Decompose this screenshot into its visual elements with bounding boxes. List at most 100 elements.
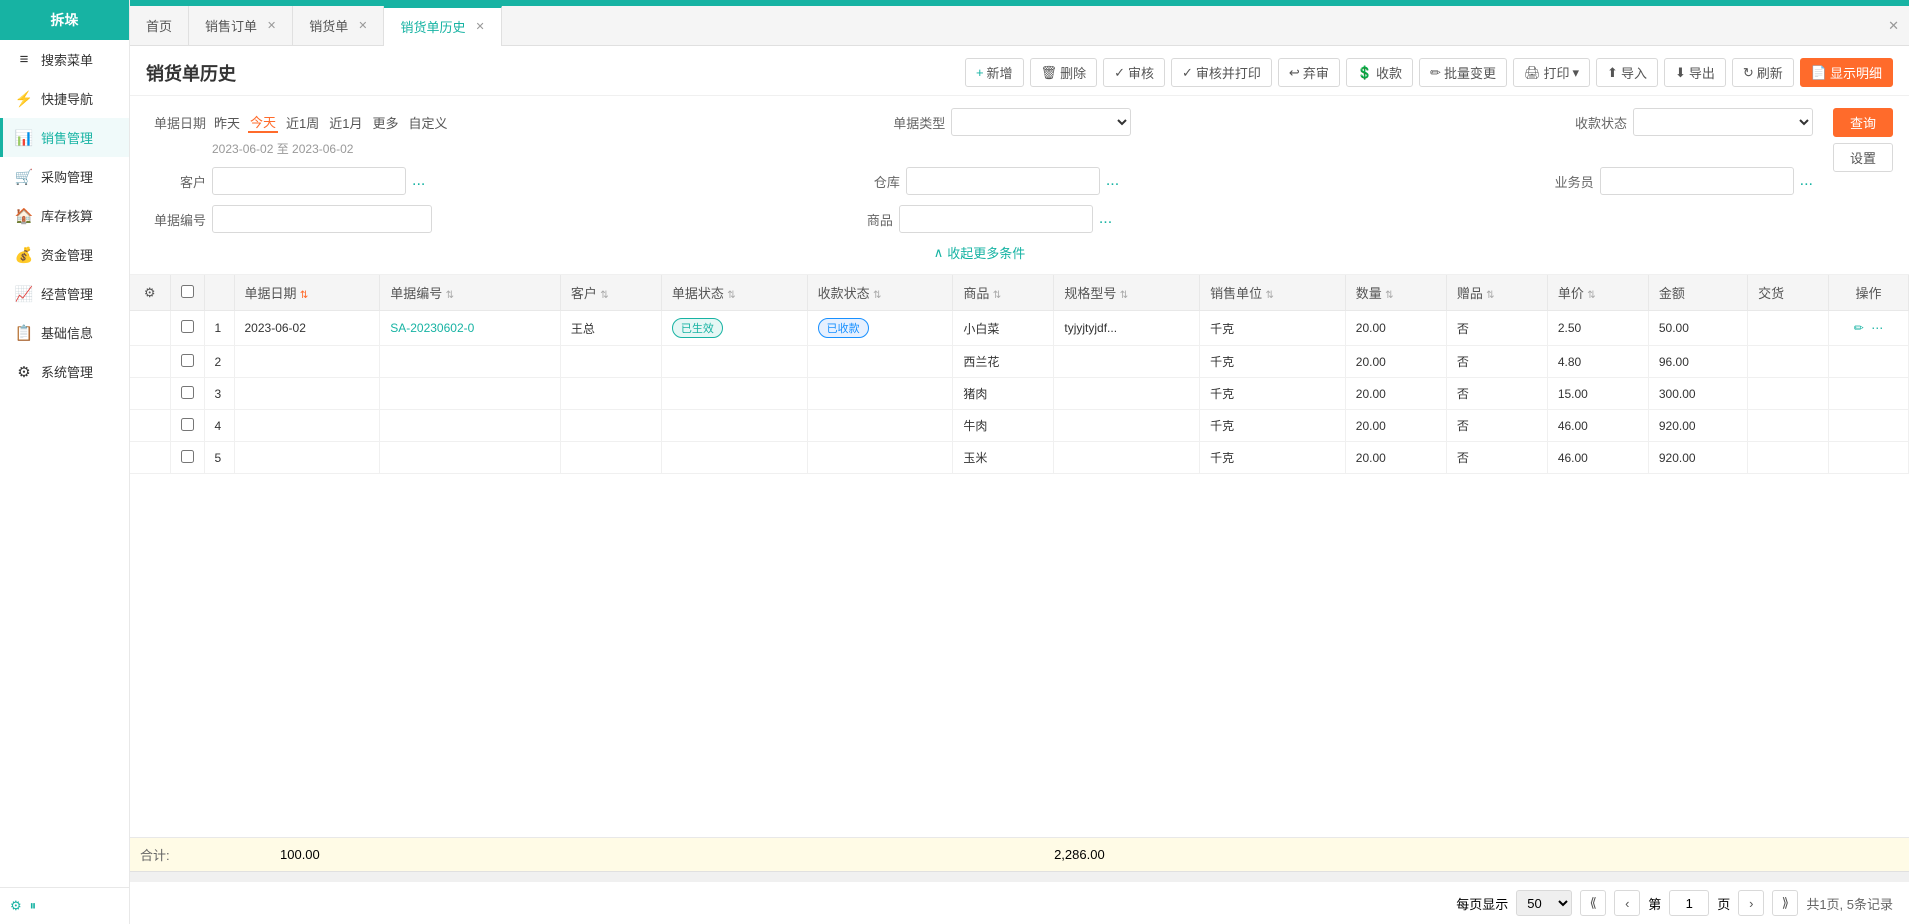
cell-goods: 猪肉 [953, 378, 1054, 410]
select-all-checkbox[interactable] [181, 285, 194, 298]
goods-label: 商品 [833, 210, 893, 229]
customer-input[interactable] [212, 167, 406, 195]
doc-type-select[interactable] [951, 108, 1131, 136]
docno-input[interactable] [212, 205, 432, 233]
sort-gift-icon[interactable]: ⇅ [1486, 290, 1494, 301]
sidebar-item-sales-mgmt[interactable]: 📊 销售管理 [0, 118, 129, 157]
col-qty-label: 数量 [1356, 286, 1382, 301]
sidebar-collapse-icon[interactable]: ⏸ [30, 898, 37, 914]
next-page-button[interactable]: › [1738, 890, 1764, 916]
sidebar-item-search-menu[interactable]: ≡ 搜索菜单 [0, 40, 129, 79]
sort-unit-icon[interactable]: ⇅ [1265, 290, 1273, 301]
prev-page-button[interactable]: ‹ [1614, 890, 1640, 916]
gear-icon[interactable]: ⚙ [144, 285, 156, 300]
shortcut-week[interactable]: 近1周 [284, 113, 321, 132]
query-button[interactable]: 查询 [1833, 108, 1893, 137]
shortcut-more[interactable]: 更多 [371, 113, 401, 132]
doc-no-link[interactable]: SA-20230602-0 [390, 321, 474, 335]
last-page-button[interactable]: ⟫ [1772, 890, 1798, 916]
sort-collect-status-icon[interactable]: ⇅ [873, 290, 881, 301]
sidebar-item-quick-nav[interactable]: ⚡ 快捷导航 [0, 79, 129, 118]
row-checkbox[interactable] [181, 354, 194, 367]
export-button[interactable]: ⬇ 导出 [1664, 58, 1726, 87]
sidebar-settings-icon[interactable]: ⚙ [10, 898, 22, 914]
page-title: 销货单历史 [146, 60, 236, 86]
page-label2: 页 [1717, 894, 1730, 913]
shortcut-today[interactable]: 今天 [248, 112, 278, 133]
tab-sales-history[interactable]: 销货单历史 ✕ [384, 6, 501, 46]
tab-sales-history-close[interactable]: ✕ [476, 20, 485, 33]
goods-dots[interactable]: ... [1099, 210, 1112, 228]
row-checkbox[interactable] [181, 450, 194, 463]
close-all-icon[interactable]: ✕ [1888, 18, 1899, 33]
sidebar-item-purchase-mgmt[interactable]: 🛒 采购管理 [0, 157, 129, 196]
cell-action [1829, 378, 1909, 410]
horizontal-scrollbar[interactable] [130, 871, 1909, 881]
collect-status-select[interactable] [1633, 108, 1813, 136]
tab-sales-goods-close[interactable]: ✕ [358, 19, 367, 32]
sort-spec-icon[interactable]: ⇅ [1120, 290, 1128, 301]
row-checkbox[interactable] [181, 320, 194, 333]
shortcut-yesterday[interactable]: 昨天 [212, 113, 242, 132]
refresh-button[interactable]: ↻ 刷新 [1732, 58, 1794, 87]
salesperson-dots[interactable]: ... [1800, 172, 1813, 190]
filter-settings-button[interactable]: 设置 [1833, 143, 1893, 172]
cell-rowno: 3 [204, 378, 234, 410]
table-row: 4 牛肉 千克 20.00 否 46.00 920.00 [130, 410, 1909, 442]
sidebar-item-label: 采购管理 [41, 167, 93, 186]
sort-unit-price-icon[interactable]: ⇅ [1587, 290, 1595, 301]
cell-unit-price: 2.50 [1547, 311, 1648, 346]
row-checkbox[interactable] [181, 418, 194, 431]
cell-gear [130, 346, 170, 378]
page-size-select[interactable]: 10 20 50 100 [1516, 890, 1572, 916]
audit-print-button[interactable]: ✓ 审核并打印 [1171, 58, 1272, 87]
page-number-input[interactable] [1669, 890, 1709, 916]
delete-button[interactable]: 🗑 删除 [1030, 58, 1098, 87]
shortcut-custom[interactable]: 自定义 [407, 113, 450, 132]
cell-gift: 否 [1446, 410, 1547, 442]
batch-change-button[interactable]: ✏ 批量变更 [1419, 58, 1507, 87]
sort-customer-icon[interactable]: ⇅ [600, 290, 608, 301]
cell-gift: 否 [1446, 311, 1547, 346]
import-button[interactable]: ⬆ 导入 [1596, 58, 1658, 87]
salesperson-input[interactable] [1600, 167, 1794, 195]
show-detail-button[interactable]: 📄 显示明细 [1800, 58, 1893, 87]
sort-qty-icon[interactable]: ⇅ [1385, 290, 1393, 301]
col-gear: ⚙ [130, 275, 170, 311]
col-unit: 销售单位 ⇅ [1200, 275, 1346, 311]
collapse-button[interactable]: ∧ 收起更多条件 [146, 243, 1813, 262]
warehouse-dots[interactable]: ... [1106, 172, 1119, 190]
customer-dots[interactable]: ... [412, 172, 425, 190]
warehouse-input[interactable] [906, 167, 1100, 195]
sidebar-item-system-mgmt[interactable]: ⚙ 系统管理 [0, 352, 129, 391]
col-gift: 赠品 ⇅ [1446, 275, 1547, 311]
collect-button[interactable]: 💲 收款 [1346, 58, 1413, 87]
sort-doc-status-icon[interactable]: ⇅ [727, 290, 735, 301]
print-button[interactable]: 🖨 打印 ▾ [1513, 58, 1590, 87]
tab-sales-order-close[interactable]: ✕ [267, 19, 276, 32]
audit-button[interactable]: ✓ 审核 [1103, 58, 1165, 87]
sort-doc-date-icon[interactable]: ⇅ [300, 290, 308, 301]
cell-goods: 西兰花 [953, 346, 1054, 378]
tab-sales-order[interactable]: 销售订单 ✕ [189, 6, 293, 46]
abandon-button[interactable]: ↩ 弃审 [1278, 58, 1340, 87]
sidebar-item-operation-mgmt[interactable]: 📈 经营管理 [0, 274, 129, 313]
tab-home[interactable]: 首页 [130, 6, 189, 46]
sidebar-item-finance-mgmt[interactable]: 💰 资金管理 [0, 235, 129, 274]
filter-row-3: 单据编号 商品 ... [146, 205, 1813, 233]
first-page-button[interactable]: ⟪ [1580, 890, 1606, 916]
new-button[interactable]: + 新增 [965, 58, 1024, 87]
sort-goods-icon[interactable]: ⇅ [993, 290, 1001, 301]
total-qty: 100.00 [280, 847, 320, 862]
goods-input[interactable] [899, 205, 1093, 233]
shortcut-month[interactable]: 近1月 [327, 113, 364, 132]
tab-sales-goods[interactable]: 销货单 ✕ [293, 6, 384, 46]
sort-doc-no-icon[interactable]: ⇅ [446, 290, 454, 301]
row-checkbox[interactable] [181, 386, 194, 399]
sidebar-item-inventory[interactable]: 🏠 库存核算 [0, 196, 129, 235]
more-link[interactable]: ⋯ [1871, 321, 1883, 335]
edit-link[interactable]: ✏ [1854, 321, 1864, 335]
table-body: 1 2023-06-02 SA-20230602-0 王总 已生效 已收款 小白… [130, 311, 1909, 474]
sidebar-item-base-info[interactable]: 📋 基础信息 [0, 313, 129, 352]
cell-trade [1748, 346, 1829, 378]
